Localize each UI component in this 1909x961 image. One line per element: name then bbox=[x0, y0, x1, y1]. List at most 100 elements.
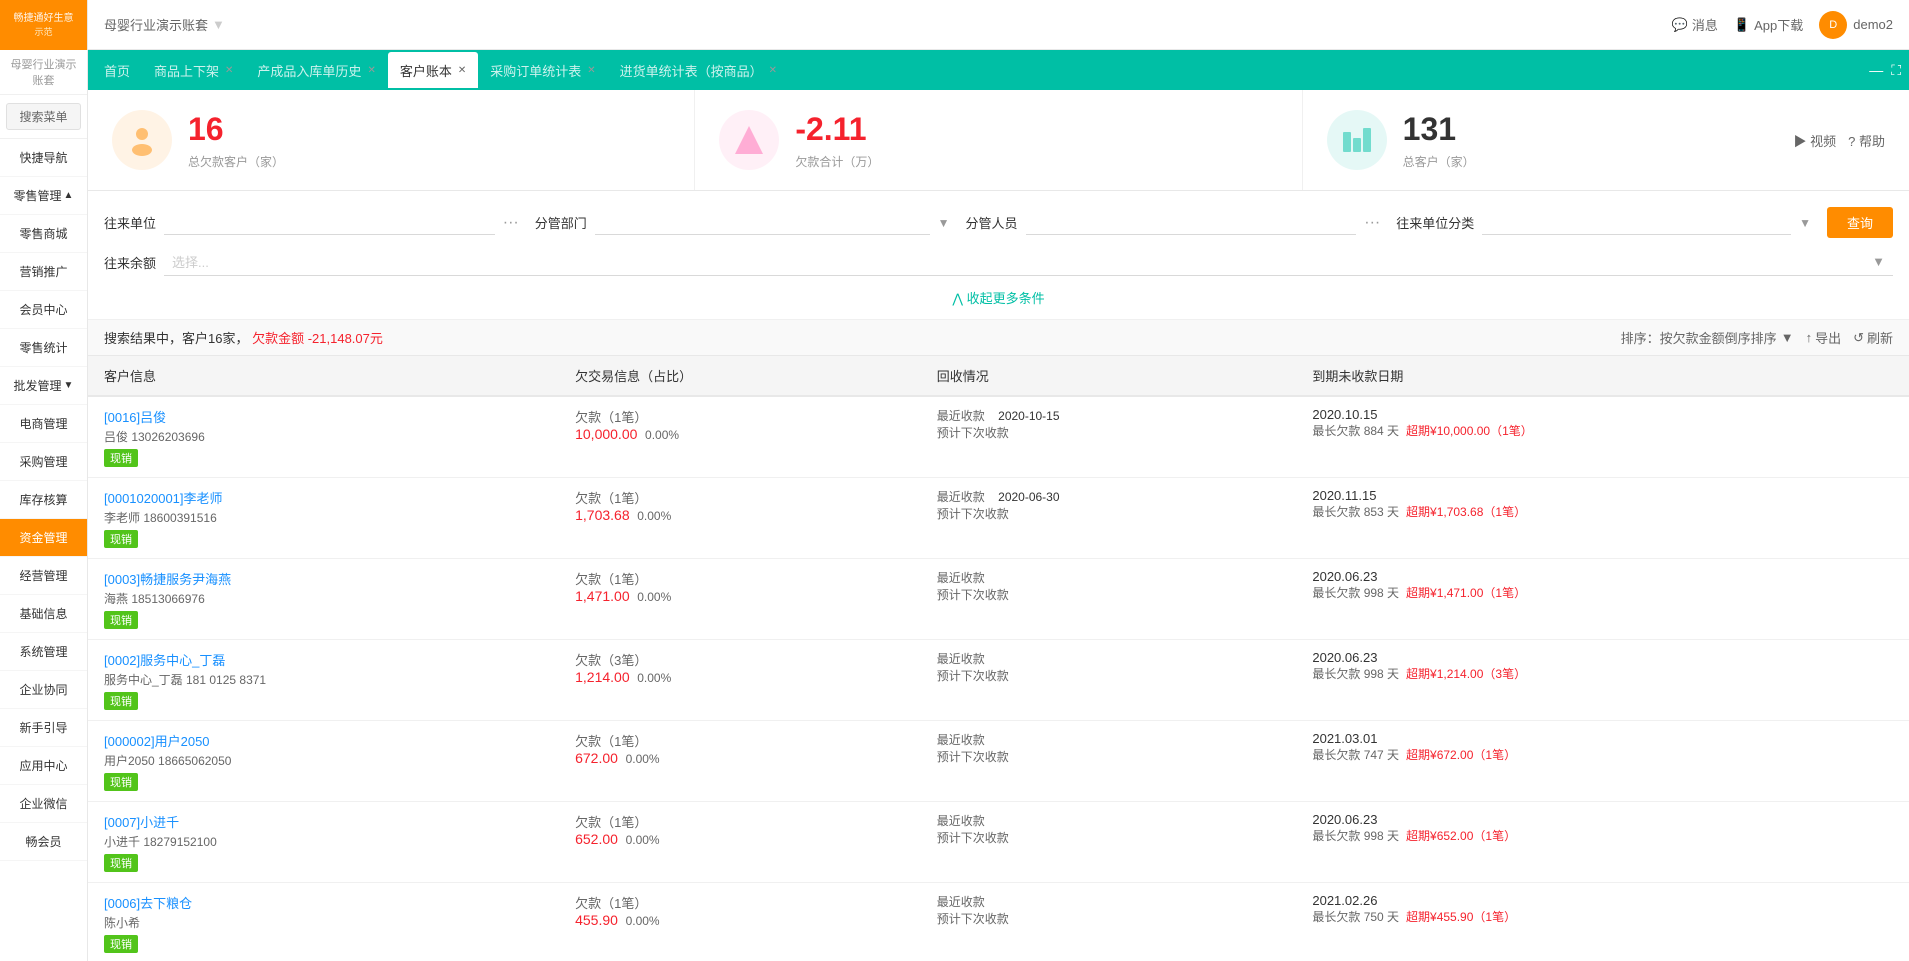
tab-product-history-close[interactable]: ✕ bbox=[367, 65, 375, 76]
filter-person-more[interactable]: ··· bbox=[1364, 214, 1380, 232]
tab-expand-icon[interactable]: ⛶ bbox=[1891, 62, 1901, 79]
overdue-amount-1[interactable]: 超期¥1,703.68（1笔） bbox=[1406, 505, 1526, 519]
customer-name-6[interactable]: [0006]去下粮仓 bbox=[104, 893, 543, 912]
sidebar-item-finance[interactable]: 资金管理 bbox=[0, 519, 87, 557]
app-label: App下载 bbox=[1754, 15, 1803, 34]
tab-product-history[interactable]: 产成品入库单历史 ✕ bbox=[245, 52, 387, 88]
customer-name-2[interactable]: [0003]畅捷服务尹海燕 bbox=[104, 569, 543, 588]
sidebar-item-operations[interactable]: 经营管理 bbox=[0, 557, 87, 595]
filter-department-arrow[interactable]: ▼ bbox=[938, 216, 950, 230]
customer-tag-0: 现销 bbox=[104, 449, 138, 467]
balance-select-arrow: ▼ bbox=[1872, 254, 1885, 269]
sidebar-item-batch-mgmt[interactable]: 批发管理▼ bbox=[0, 367, 87, 405]
tab-customer-account[interactable]: 客户账本 ✕ bbox=[388, 52, 478, 88]
tab-customer-account-label: 客户账本 bbox=[400, 61, 452, 80]
sidebar-item-newbie[interactable]: 新手引导 bbox=[0, 709, 87, 747]
sidebar-search-area[interactable]: 搜索菜单 bbox=[0, 95, 87, 139]
sidebar-nav: 快捷导航 零售管理▲ 零售商城 营销推广 会员中心 零售统计 批发管理▼ 电商管… bbox=[0, 139, 87, 861]
overdue-info-0: 最长欠款 884 天 超期¥10,000.00（1笔） bbox=[1312, 422, 1893, 439]
sidebar-item-member[interactable]: 会员中心 bbox=[0, 291, 87, 329]
cell-debt-3: 欠款（3笔） 1,214.00 0.00% bbox=[559, 640, 921, 721]
customer-name-4[interactable]: [000002]用户2050 bbox=[104, 731, 543, 750]
user-profile[interactable]: D demo2 bbox=[1819, 11, 1893, 39]
sidebar-item-system[interactable]: 系统管理 bbox=[0, 633, 87, 671]
overdue-info-3: 最长欠款 998 天 超期¥1,214.00（3笔） bbox=[1312, 665, 1893, 682]
message-button[interactable]: 💬 消息 bbox=[1672, 15, 1718, 34]
overdue-amount-2[interactable]: 超期¥1,471.00（1笔） bbox=[1406, 586, 1526, 600]
help-button[interactable]: ? 帮助 bbox=[1848, 131, 1885, 150]
sidebar-item-retail-mgmt[interactable]: 零售管理▲ bbox=[0, 177, 87, 215]
sidebar-item-enterprise[interactable]: 企业协同 bbox=[0, 671, 87, 709]
sort-label: 排序：按欠款金额倒序排序 bbox=[1621, 328, 1777, 347]
tab-purchase-stats-close[interactable]: ✕ bbox=[587, 65, 595, 76]
overdue-days-3: 最长欠款 998 天 bbox=[1312, 667, 1402, 681]
customer-sub-0: 吕俊 13026203696 bbox=[104, 428, 543, 445]
recovery-recent-5: 最近收款 bbox=[937, 812, 1281, 829]
tab-bar: 首页 商品上下架 ✕ 产成品入库单历史 ✕ 客户账本 ✕ 采购订单统计表 ✕ 进… bbox=[88, 50, 1909, 90]
app-download-button[interactable]: 📱 App下载 bbox=[1734, 15, 1803, 34]
filter-person-input[interactable] bbox=[1026, 211, 1357, 235]
refresh-button[interactable]: ↺ 刷新 bbox=[1853, 328, 1893, 347]
overdue-info-1: 最长欠款 853 天 超期¥1,703.68（1笔） bbox=[1312, 503, 1893, 520]
sidebar-item-retail-store[interactable]: 零售商城 bbox=[0, 215, 87, 253]
sidebar-item-retail-stats[interactable]: 零售统计 bbox=[0, 329, 87, 367]
filter-department-input[interactable] bbox=[595, 211, 930, 235]
tab-purchase-stats-label: 采购订单统计表 bbox=[490, 61, 581, 80]
collapse-button[interactable]: ⋀ 收起更多条件 bbox=[104, 284, 1893, 311]
header-left: 母婴行业演示账套 ▼ bbox=[104, 15, 225, 34]
tab-customer-account-close[interactable]: ✕ bbox=[458, 65, 466, 76]
filter-customer-input[interactable] bbox=[164, 211, 495, 235]
tab-product-list-close[interactable]: ✕ bbox=[225, 65, 233, 76]
search-menu-button[interactable]: 搜索菜单 bbox=[6, 103, 81, 130]
overdue-amount-5[interactable]: 超期¥652.00（1笔） bbox=[1406, 829, 1516, 843]
sidebar-item-ecommerce[interactable]: 电商管理 bbox=[0, 405, 87, 443]
filter-category-arrow[interactable]: ▼ bbox=[1799, 216, 1811, 230]
customer-name-3[interactable]: [0002]服务中心_丁磊 bbox=[104, 650, 543, 669]
video-button[interactable]: ▶ 视频 bbox=[1794, 131, 1837, 150]
filter-category-input[interactable] bbox=[1482, 211, 1791, 235]
sidebar-item-marketing[interactable]: 营销推广 bbox=[0, 253, 87, 291]
stat-label-amount: 欠款合计（万） bbox=[795, 153, 879, 170]
tab-minimize-icon[interactable]: — bbox=[1869, 62, 1883, 79]
customer-name-0[interactable]: [0016]吕俊 bbox=[104, 407, 543, 426]
sidebar-item-purchase[interactable]: 采购管理 bbox=[0, 443, 87, 481]
overdue-amount-6[interactable]: 超期¥455.90（1笔） bbox=[1406, 910, 1516, 924]
sidebar-item-app-center[interactable]: 应用中心 bbox=[0, 747, 87, 785]
stat-number-total: 131 bbox=[1403, 110, 1475, 148]
sidebar-item-inventory[interactable]: 库存核算 bbox=[0, 481, 87, 519]
recovery-recent-0: 最近收款 2020-10-15 bbox=[937, 407, 1281, 424]
content-area: 16 总欠款客户（家） -2.11 欠款合计（万） bbox=[88, 90, 1909, 961]
debt-count-4: 欠款（1笔） bbox=[575, 731, 905, 750]
phone-icon: 📱 bbox=[1734, 17, 1750, 33]
cell-customer-5: [0007]小进千 小进千 18279152100 现销 bbox=[88, 802, 559, 883]
sidebar-item-quick-nav[interactable]: 快捷导航 bbox=[0, 139, 87, 177]
sort-select[interactable]: 排序：按欠款金额倒序排序 ▼ bbox=[1621, 328, 1794, 347]
cell-customer-4: [000002]用户2050 用户2050 18665062050 现销 bbox=[88, 721, 559, 802]
overdue-amount-3[interactable]: 超期¥1,214.00（3笔） bbox=[1406, 667, 1526, 681]
sidebar-item-corp-wechat[interactable]: 企业微信 bbox=[0, 785, 87, 823]
customer-name-5[interactable]: [0007]小进千 bbox=[104, 812, 543, 831]
debt-percent-2: 0.00% bbox=[637, 590, 671, 604]
tab-product-list[interactable]: 商品上下架 ✕ bbox=[142, 52, 245, 88]
recovery-recent-2: 最近收款 bbox=[937, 569, 1281, 586]
tab-purchase-product-stats-close[interactable]: ✕ bbox=[769, 65, 777, 76]
sidebar-item-vip[interactable]: 畅会员 bbox=[0, 823, 87, 861]
tab-home[interactable]: 首页 bbox=[92, 52, 142, 88]
tab-purchase-product-stats[interactable]: 进货单统计表（按商品） ✕ bbox=[608, 52, 789, 88]
stat-icon-total bbox=[1327, 110, 1387, 170]
export-button[interactable]: ↑ 导出 bbox=[1806, 328, 1842, 347]
filter-balance-select[interactable]: 选择... ▼ bbox=[164, 248, 1893, 276]
customer-name-1[interactable]: [0001020001]李老师 bbox=[104, 488, 543, 507]
filter-customer: 往来单位 ··· bbox=[104, 211, 519, 235]
debt-count-6: 欠款（1笔） bbox=[575, 893, 905, 912]
debt-amount-row-4: 672.00 0.00% bbox=[575, 750, 905, 766]
filter-customer-more[interactable]: ··· bbox=[503, 214, 519, 232]
sidebar-item-basic-info[interactable]: 基础信息 bbox=[0, 595, 87, 633]
overdue-amount-4[interactable]: 超期¥672.00（1笔） bbox=[1406, 748, 1516, 762]
search-button[interactable]: 查询 bbox=[1827, 207, 1893, 238]
cell-debt-5: 欠款（1笔） 652.00 0.00% bbox=[559, 802, 921, 883]
overdue-amount-0[interactable]: 超期¥10,000.00（1笔） bbox=[1406, 424, 1533, 438]
tab-purchase-stats[interactable]: 采购订单统计表 ✕ bbox=[478, 52, 607, 88]
result-amount-text: 欠款金额 -21,148.07元 bbox=[252, 331, 383, 346]
customer-sub-2: 海燕 18513066976 bbox=[104, 590, 543, 607]
